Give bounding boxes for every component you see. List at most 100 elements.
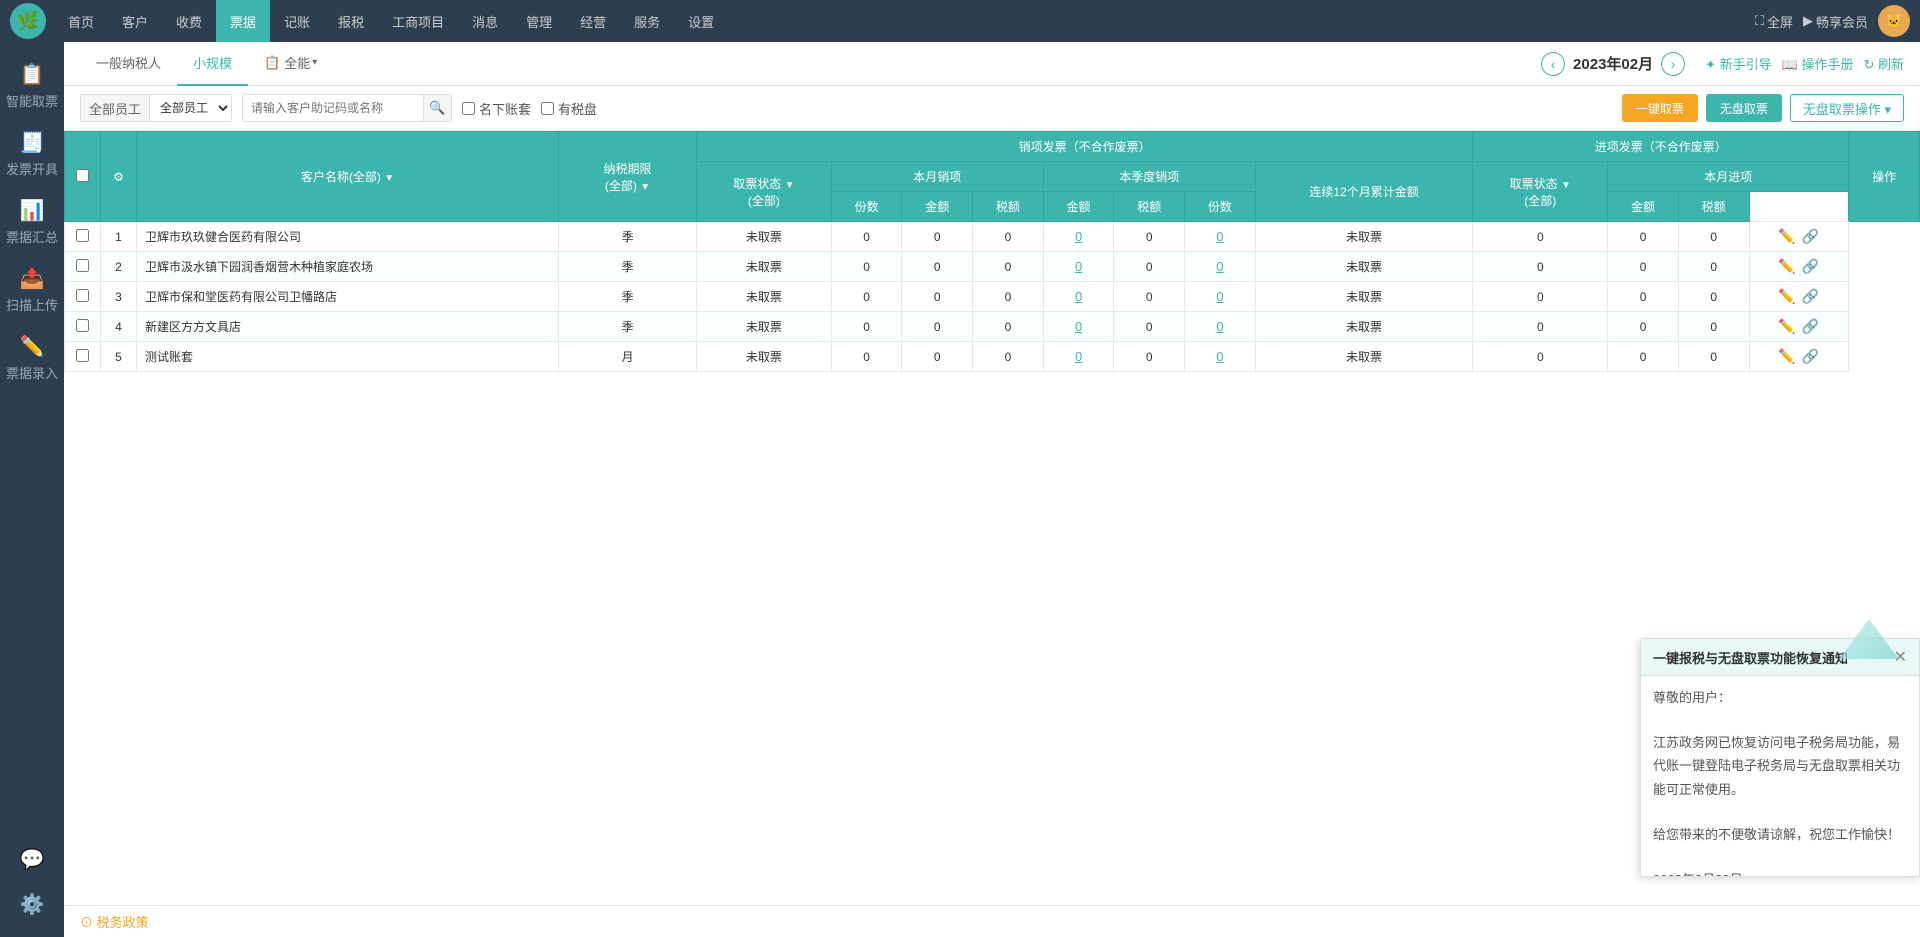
has-tax-disk-checkbox[interactable]: 有税盘 — [541, 99, 597, 118]
tab-all-capable-icon: 📋 — [264, 55, 280, 71]
row-sales-year-cumulative: 0 — [1185, 252, 1256, 282]
diskless-fetch-btn[interactable]: 无盘取票 — [1706, 94, 1782, 122]
row-purchase-month-count: 0 — [1473, 282, 1608, 312]
search-input[interactable] — [243, 95, 423, 121]
row-sales-quarter-amount: 0 — [1043, 222, 1114, 252]
nav-operation[interactable]: 经营 — [566, 0, 620, 42]
smart-fetch-icon: 📋 — [20, 62, 45, 87]
prev-date-btn[interactable]: ‹ — [1541, 52, 1565, 76]
sidebar-item-invoice-issue[interactable]: 🧾 发票开具 — [0, 120, 64, 188]
tab-small-scale[interactable]: 小规模 — [177, 42, 248, 86]
row-customer-name: 卫辉市保和堂医药有限公司卫幡路店 — [137, 282, 559, 312]
row-purchase-month-count: 0 — [1473, 222, 1608, 252]
manual-btn[interactable]: 📖 操作手册 — [1782, 54, 1854, 73]
row-customer-name: 卫辉市汲水镇下园润香烟营木种植家庭农场 — [137, 252, 559, 282]
th-qs-amount: 金额 — [1043, 192, 1114, 222]
edit-icon[interactable]: ✏️ — [1778, 288, 1795, 305]
nav-service[interactable]: 服务 — [620, 0, 674, 42]
employee-select-wrap[interactable]: 全部员工 全部员工 — [80, 94, 232, 122]
refresh-btn[interactable]: ↻ 刷新 — [1863, 54, 1904, 73]
row-sales-month-amount: 0 — [902, 342, 973, 372]
main-layout: 📋 智能取票 🧾 发票开具 📊 票据汇总 📤 扫描上传 ✏️ 票据录入 💬 ⚙️ — [0, 42, 1920, 937]
row-sales-month-tax: 0 — [973, 282, 1044, 312]
row-sales-quarter-tax: 0 — [1114, 312, 1185, 342]
row-period: 季 — [559, 282, 697, 312]
sidebar-settings-btn[interactable]: ⚙️ — [0, 882, 64, 927]
sidebar-message-btn[interactable]: 💬 — [0, 837, 64, 882]
row-checkbox[interactable] — [65, 342, 101, 372]
th-mp-amount: 金额 — [1608, 192, 1679, 222]
row-period: 月 — [559, 342, 697, 372]
sidebar-item-scan-upload[interactable]: 📤 扫描上传 — [0, 256, 64, 324]
nav-business[interactable]: 工商项目 — [378, 0, 458, 42]
row-sales-status: 未取票 — [696, 222, 831, 252]
row-sales-month-amount: 0 — [902, 222, 973, 252]
one-click-fetch-btn[interactable]: 一键取票 — [1622, 94, 1698, 122]
tax-policy-link[interactable]: ⊙ 税务政策 — [80, 912, 149, 931]
sidebar-item-invoice-summary[interactable]: 📊 票据汇总 — [0, 188, 64, 256]
fullscreen-btn[interactable]: ⛶ 全屏 — [1755, 12, 1793, 31]
search-button[interactable]: 🔍 — [423, 94, 451, 122]
avatar[interactable]: 🐱 — [1878, 5, 1910, 37]
invoice-issue-icon: 🧾 — [20, 130, 45, 155]
row-actions: ✏️ 🔗 — [1749, 252, 1849, 282]
row-index: 3 — [101, 282, 137, 312]
toolbar-right: 一键取票 无盘取票 无盘取票操作 ▾ — [1622, 94, 1904, 122]
edit-icon[interactable]: ✏️ — [1778, 318, 1795, 335]
nav-charge[interactable]: 收费 — [162, 0, 216, 42]
nav-customer[interactable]: 客户 — [108, 0, 162, 42]
row-sales-year-cumulative: 0 — [1185, 342, 1256, 372]
row-sales-status: 未取票 — [696, 342, 831, 372]
th-operation: 操作 — [1849, 132, 1920, 222]
tab-general-taxpayer[interactable]: 一般纳税人 — [80, 42, 177, 86]
nav-invoice[interactable]: 票据 — [216, 0, 270, 42]
tab-all-capable[interactable]: 📋 全能 ▾ — [248, 42, 333, 86]
sidebar-item-smart-fetch[interactable]: 📋 智能取票 — [0, 52, 64, 120]
select-all-checkbox[interactable] — [76, 169, 89, 182]
row-sales-status: 未取票 — [696, 312, 831, 342]
th-checkbox — [65, 132, 101, 222]
row-purchase-status: 未取票 — [1255, 312, 1473, 342]
view-icon[interactable]: 🔗 — [1802, 228, 1819, 245]
view-icon[interactable]: 🔗 — [1802, 318, 1819, 335]
employee-label: 全部员工 — [81, 95, 150, 121]
search-wrap: 🔍 — [242, 94, 452, 122]
nav-accounting[interactable]: 记账 — [270, 0, 324, 42]
nav-management[interactable]: 管理 — [512, 0, 566, 42]
my-accounts-checkbox[interactable]: 名下账套 — [462, 99, 531, 118]
row-checkbox[interactable] — [65, 222, 101, 252]
row-purchase-month-amount: 0 — [1608, 252, 1679, 282]
next-date-btn[interactable]: › — [1661, 52, 1685, 76]
top-nav-menu: 首页 客户 收费 票据 记账 报税 工商项目 消息 管理 经营 服务 设置 — [54, 0, 1755, 42]
notification-title: 一键报税与无盘取票功能恢复通知 — [1653, 648, 1848, 667]
row-purchase-month-amount: 0 — [1608, 222, 1679, 252]
row-checkbox[interactable] — [65, 252, 101, 282]
nav-home[interactable]: 首页 — [54, 0, 108, 42]
date-nav: ‹ 2023年02月 › — [1541, 52, 1685, 76]
row-sales-month-tax: 0 — [973, 222, 1044, 252]
toolbar: 全部员工 全部员工 🔍 名下账套 有税盘 一键取票 无盘取票 — [64, 86, 1920, 131]
row-index: 4 — [101, 312, 137, 342]
row-sales-status: 未取票 — [696, 252, 831, 282]
view-icon[interactable]: 🔗 — [1802, 348, 1819, 365]
vip-btn[interactable]: ▶ 畅享会员 — [1803, 12, 1868, 31]
sidebar-bottom: 💬 ⚙️ — [0, 837, 64, 937]
employee-dropdown[interactable]: 全部员工 — [150, 95, 231, 121]
view-icon[interactable]: 🔗 — [1802, 258, 1819, 275]
view-icon[interactable]: 🔗 — [1802, 288, 1819, 305]
th-purchase-cancel-status: 取票状态 ▼(全部) — [1473, 162, 1608, 222]
sidebar-item-invoice-entry[interactable]: ✏️ 票据录入 — [0, 324, 64, 392]
edit-icon[interactable]: ✏️ — [1778, 228, 1795, 245]
edit-icon[interactable]: ✏️ — [1778, 348, 1795, 365]
nav-message[interactable]: 消息 — [458, 0, 512, 42]
row-checkbox[interactable] — [65, 282, 101, 312]
edit-icon[interactable]: ✏️ — [1778, 258, 1795, 275]
new-guide-btn[interactable]: ✦ 新手引导 — [1705, 54, 1772, 73]
row-checkbox[interactable] — [65, 312, 101, 342]
sidebar: 📋 智能取票 🧾 发票开具 📊 票据汇总 📤 扫描上传 ✏️ 票据录入 💬 ⚙️ — [0, 42, 64, 937]
nav-tax[interactable]: 报税 — [324, 0, 378, 42]
row-index: 1 — [101, 222, 137, 252]
row-sales-month-count: 0 — [831, 252, 902, 282]
diskless-fetch-more-btn[interactable]: 无盘取票操作 ▾ — [1790, 94, 1904, 122]
nav-settings[interactable]: 设置 — [674, 0, 728, 42]
